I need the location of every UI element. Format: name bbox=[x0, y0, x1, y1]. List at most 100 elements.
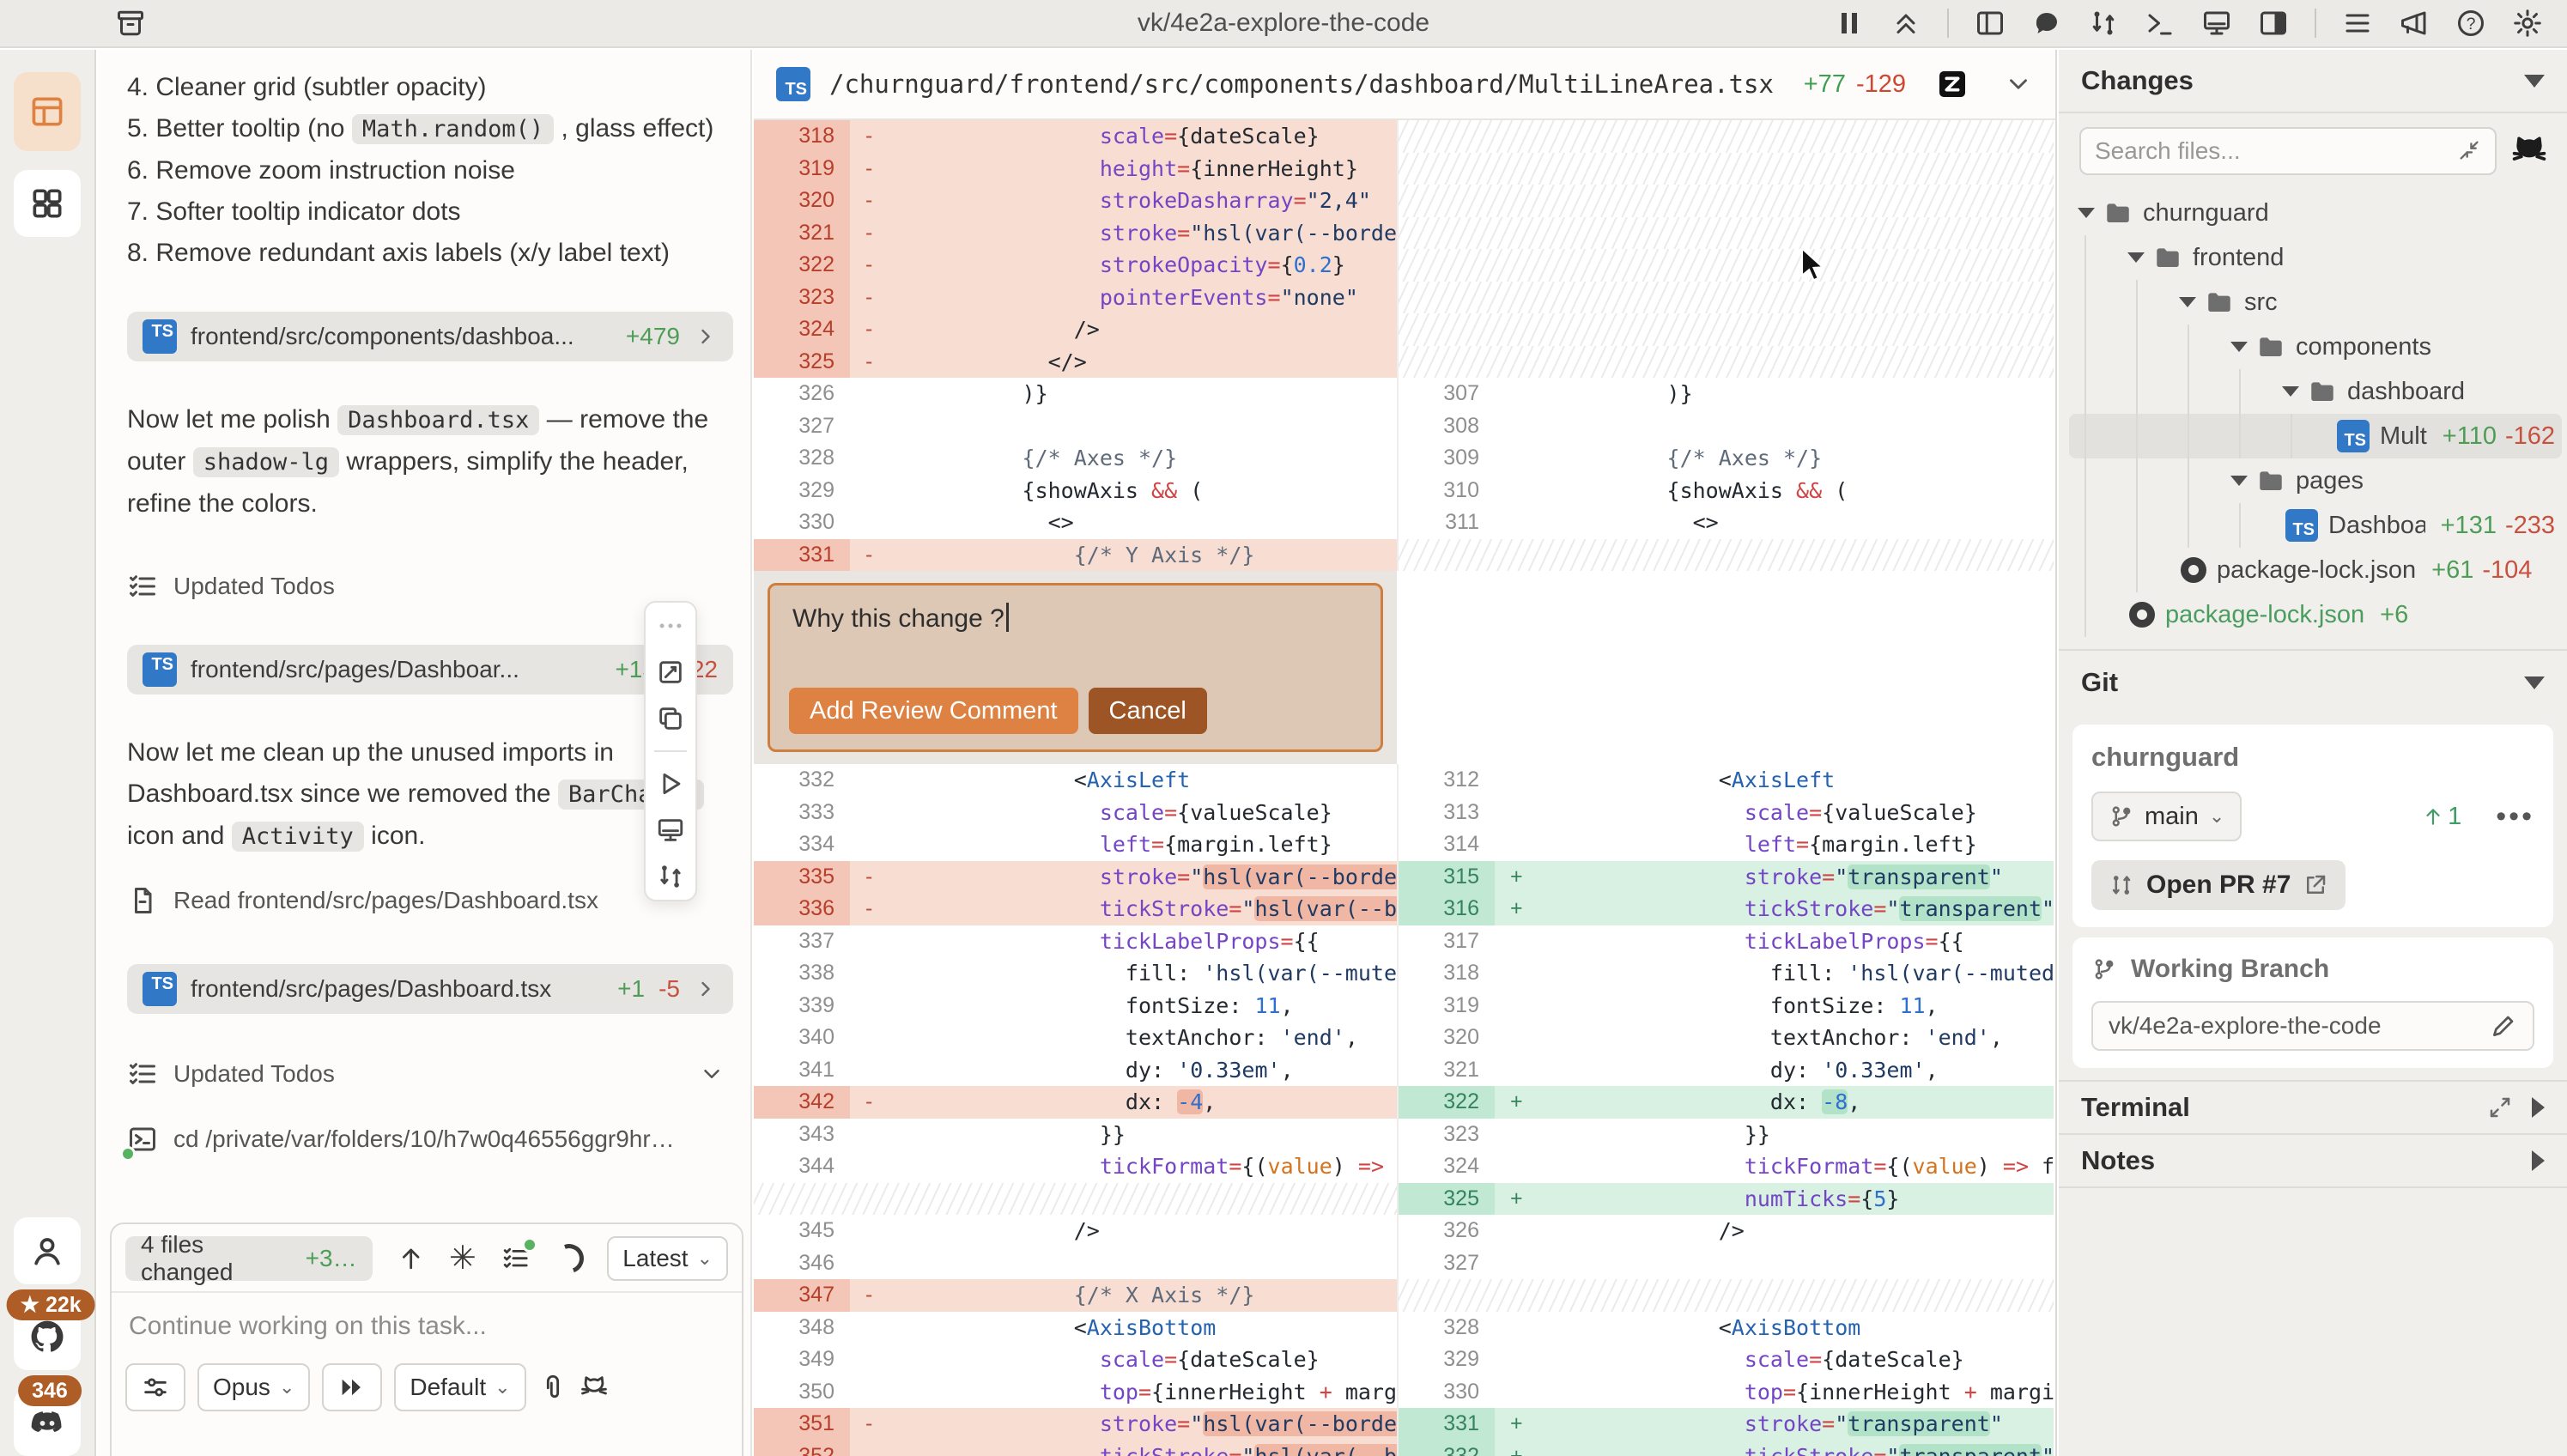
review-comment-box[interactable]: Why this change ? Add Review CommentCance… bbox=[768, 583, 1383, 752]
terminal-title: Terminal bbox=[2081, 1092, 2190, 1123]
toolbar-divider bbox=[1947, 9, 1949, 38]
claude-cat-button[interactable] bbox=[580, 1373, 609, 1402]
tree-folder-frontend[interactable]: frontend bbox=[2069, 235, 2562, 280]
git-section-header[interactable]: Git bbox=[2059, 651, 2567, 714]
latest-dropdown[interactable]: Latest ⌄ bbox=[607, 1236, 728, 1281]
updated-todos-row[interactable]: Updated Todos bbox=[127, 1053, 725, 1095]
tree-file-Dashboard.tsx[interactable]: TSDashboard.tsx+131-233 bbox=[2069, 503, 2562, 548]
read-file-row[interactable]: Read frontend/src/pages/Dashboard.tsx bbox=[127, 880, 725, 921]
rail-button-discord[interactable]: 346 bbox=[14, 1389, 81, 1456]
notes-section-header[interactable]: Notes bbox=[2059, 1133, 2567, 1186]
diff-sign bbox=[1495, 828, 1538, 861]
settings-gear-icon[interactable] bbox=[2512, 8, 2543, 39]
open-pr-button[interactable]: Open PR #7 bbox=[2091, 860, 2345, 910]
menu-icon[interactable] bbox=[2342, 8, 2373, 39]
diff-row: 331- {/* Y Axis */} bbox=[754, 539, 2055, 572]
folder-expand-triangle[interactable] bbox=[2282, 386, 2299, 397]
rail-button-layout-panel[interactable] bbox=[14, 72, 81, 151]
play-icon[interactable] bbox=[656, 769, 685, 798]
rail-button-github[interactable]: ★ 22k bbox=[14, 1303, 81, 1370]
chevron-down-icon[interactable] bbox=[699, 1061, 725, 1087]
cat-icon[interactable] bbox=[2510, 132, 2548, 170]
review-comment-input[interactable]: Why this change ? bbox=[792, 603, 1358, 634]
indent-guide bbox=[2085, 280, 2121, 325]
git-more-menu[interactable]: ••• bbox=[2496, 800, 2534, 834]
collapse-file-chevron[interactable] bbox=[2004, 70, 2033, 99]
pause-icon[interactable] bbox=[1834, 8, 1865, 39]
diff-row: 327308 bbox=[754, 410, 2055, 443]
terminal-section-header[interactable]: Terminal bbox=[2059, 1080, 2567, 1133]
tree-file-MultiLineArea.tsx[interactable]: TSMultiLineArea.tsx+110-162 bbox=[2069, 414, 2562, 458]
changes-section-header[interactable]: Changes bbox=[2059, 50, 2567, 113]
copy-icon[interactable] bbox=[656, 704, 685, 733]
file-change-chip[interactable]: TSfrontend/src/components/dashboa...+479 bbox=[127, 312, 733, 361]
chat-bubble-icon[interactable] bbox=[2031, 8, 2062, 39]
settings-sliders-button[interactable] bbox=[125, 1363, 185, 1411]
tree-folder-src[interactable]: src bbox=[2069, 280, 2562, 325]
tree-folder-dashboard[interactable]: dashboard bbox=[2069, 369, 2562, 414]
collapse-tree-icon[interactable] bbox=[2457, 138, 2481, 164]
add-review-comment-button[interactable]: Add Review Comment bbox=[789, 688, 1078, 734]
diff-sign bbox=[850, 990, 893, 1022]
panel-right-icon[interactable] bbox=[2258, 8, 2289, 39]
latest-label: Latest bbox=[622, 1245, 688, 1272]
file-search[interactable] bbox=[2079, 127, 2497, 175]
files-changed-chip[interactable]: 4 files changed +3… bbox=[125, 1236, 373, 1281]
rail-button-board-grid[interactable] bbox=[14, 170, 81, 237]
todos-button[interactable] bbox=[501, 1244, 530, 1273]
diff-row: 347- {/* X Axis */} bbox=[754, 1279, 2055, 1312]
monitor-icon[interactable] bbox=[2201, 8, 2232, 39]
diff-row: 324- /> bbox=[754, 313, 2055, 346]
tree-file-package-lock.json[interactable]: package-lock.json+6 bbox=[2069, 592, 2562, 637]
diff-empty-hatch bbox=[1399, 1279, 2054, 1312]
file-change-chip[interactable]: TSfrontend/src/pages/Dashboar...+130-22 bbox=[127, 645, 733, 695]
expand-icon[interactable] bbox=[2487, 1095, 2513, 1120]
model-dropdown[interactable]: Opus ⌄ bbox=[197, 1363, 310, 1411]
branch-dropdown[interactable]: main ⌄ bbox=[2091, 792, 2242, 841]
collapse-triangle-icon bbox=[2524, 75, 2545, 88]
code-line: dy: '0.33em', bbox=[893, 1054, 1397, 1087]
file-change-chip[interactable]: TSfrontend/src/pages/Dashboard.tsx+1-5 bbox=[127, 964, 733, 1014]
line-number: 319 bbox=[754, 153, 850, 185]
updated-todos-row[interactable]: Updated Todos bbox=[127, 566, 725, 607]
working-branch-input[interactable]: vk/4e2a-explore-the-code bbox=[2091, 1001, 2534, 1051]
chevron-down-icon: ⌄ bbox=[495, 1376, 510, 1398]
git-compare-icon[interactable] bbox=[2088, 8, 2119, 39]
folder-expand-triangle[interactable] bbox=[2179, 297, 2196, 307]
tree-folder-components[interactable]: components bbox=[2069, 325, 2562, 369]
tree-folder-pages[interactable]: pages bbox=[2069, 458, 2562, 503]
folder-expand-triangle[interactable] bbox=[2230, 342, 2248, 352]
message-input[interactable]: Continue working on this task... bbox=[112, 1293, 742, 1360]
edit-diff-icon[interactable] bbox=[656, 658, 685, 687]
diff-row: 328 {/* Axes */}309 {/* Axes */} bbox=[754, 442, 2055, 475]
megaphone-icon[interactable] bbox=[2399, 8, 2430, 39]
monitor-icon[interactable] bbox=[656, 816, 685, 845]
tree-folder-churnguard[interactable]: churnguard bbox=[2069, 191, 2562, 235]
folder-expand-triangle[interactable] bbox=[2127, 252, 2145, 263]
mode-dropdown[interactable]: Default ⌄ bbox=[394, 1363, 525, 1411]
chevrons-up-icon[interactable] bbox=[1890, 8, 1921, 39]
code-line: {/* Axes */} bbox=[1538, 442, 2054, 475]
folder-expand-triangle[interactable] bbox=[2078, 208, 2095, 218]
folder-expand-triangle[interactable] bbox=[2230, 476, 2248, 486]
asterisk-button[interactable]: ✳ bbox=[449, 1244, 477, 1273]
scroll-to-top-button[interactable] bbox=[397, 1244, 425, 1273]
attachment-button[interactable] bbox=[538, 1373, 567, 1402]
edit-pencil-icon[interactable] bbox=[2490, 1012, 2517, 1040]
search-input[interactable] bbox=[2095, 137, 2457, 165]
tree-file-package-lock.json[interactable]: package-lock.json+61-104 bbox=[2069, 548, 2562, 592]
archive-box-icon[interactable] bbox=[115, 8, 146, 39]
terminal-command-row[interactable]: cd /private/var/folders/10/h7w0q46556ggr… bbox=[127, 1119, 725, 1160]
inline-code: Math.random() bbox=[352, 114, 554, 144]
cancel-button[interactable]: Cancel bbox=[1089, 688, 1207, 734]
dots-horizontal-icon[interactable] bbox=[656, 611, 685, 640]
diff-row: 350 top={innerHeight + margi330 top={inn… bbox=[754, 1376, 2055, 1409]
line-number: 351 bbox=[754, 1408, 850, 1441]
git-compare-icon[interactable] bbox=[656, 862, 685, 891]
help-circle-icon[interactable]: ? bbox=[2455, 8, 2486, 39]
fast-forward-button[interactable] bbox=[322, 1363, 382, 1411]
rail-button-person[interactable] bbox=[14, 1217, 81, 1284]
panel-left-icon[interactable] bbox=[1975, 8, 2006, 39]
terminal-prompt-icon[interactable] bbox=[2145, 8, 2176, 39]
diff-view-toggle-icon[interactable] bbox=[1935, 67, 1969, 101]
